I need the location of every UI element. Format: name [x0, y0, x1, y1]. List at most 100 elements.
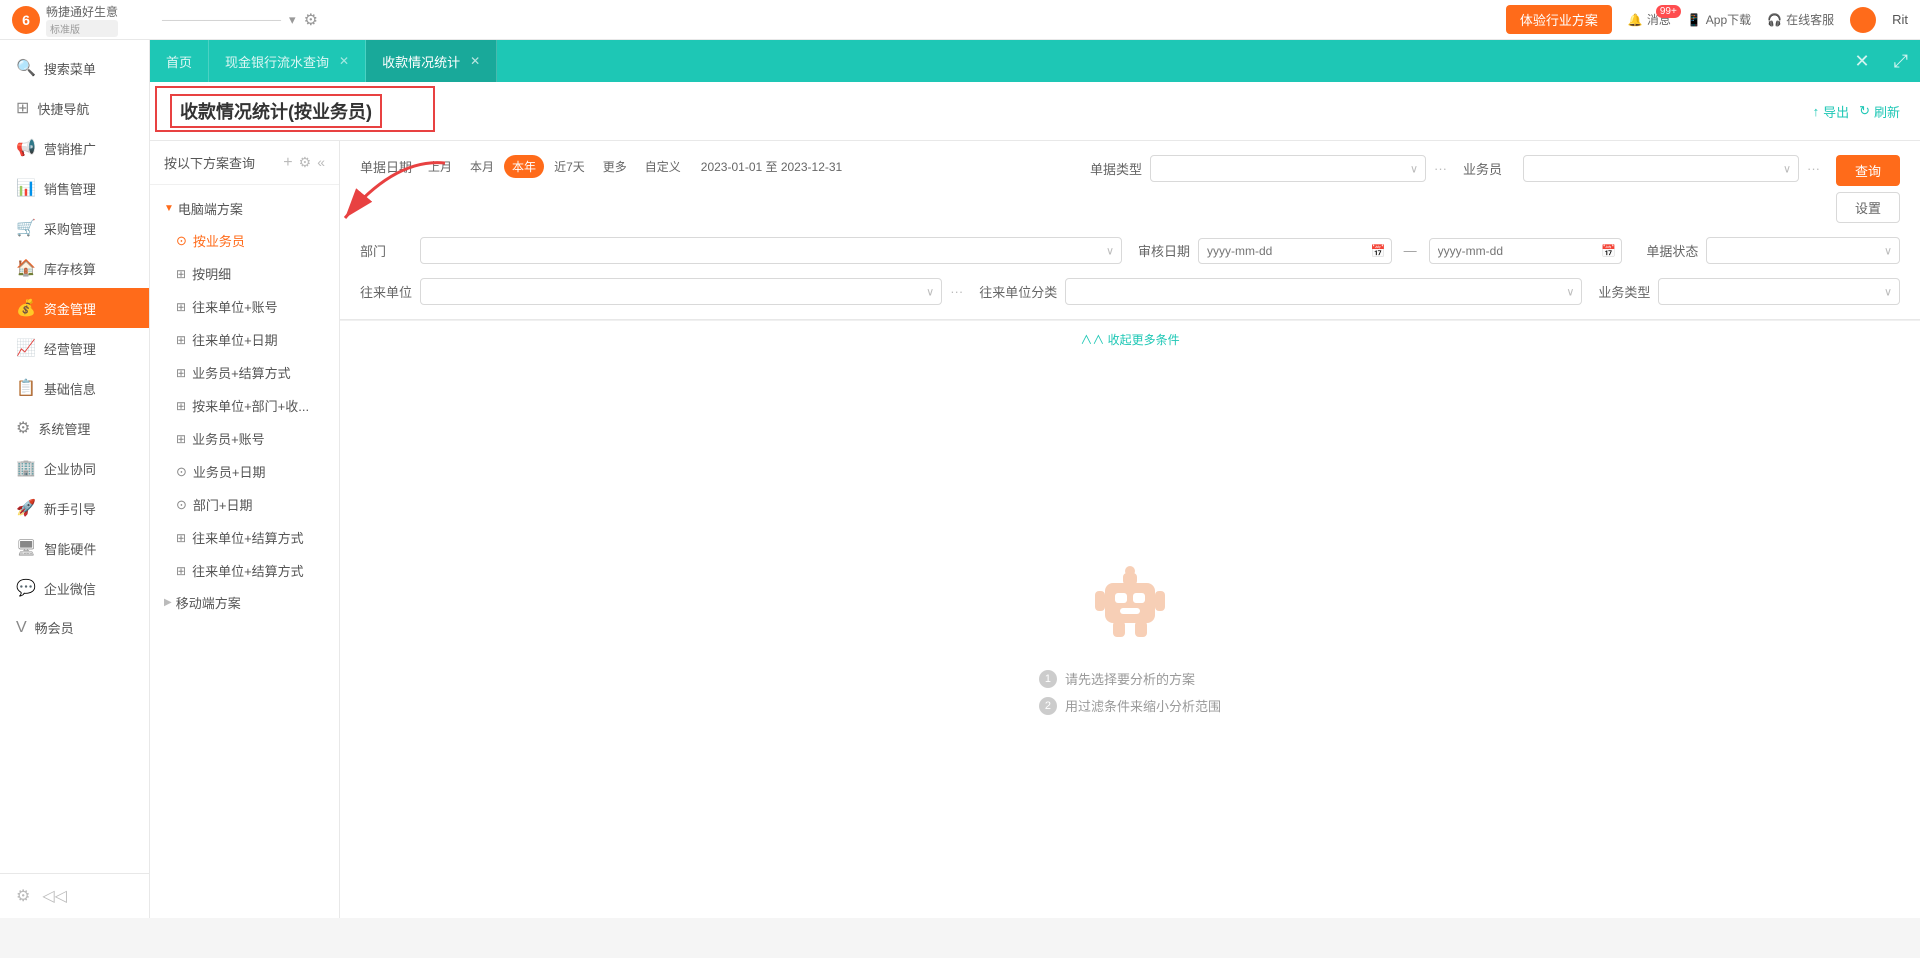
tab-expand-btn[interactable]: ⤢: [1882, 51, 1920, 72]
sidebar-item-sales[interactable]: 📊 销售管理: [0, 168, 149, 208]
audit-date-label: 审核日期: [1138, 241, 1190, 260]
scheme-cd-icon: ⊞: [176, 333, 186, 347]
page-title: 收款情况统计(按业务员): [170, 94, 382, 128]
tab-close-all-btn[interactable]: ✕: [1843, 51, 1882, 72]
refresh-button[interactable]: ↻ 刷新: [1859, 102, 1900, 121]
date-tab-thisyear[interactable]: 本年: [504, 155, 544, 178]
scheme-item-salesman-date[interactable]: ⊙ 业务员+日期: [162, 455, 339, 488]
audit-start-input[interactable]: [1198, 238, 1392, 264]
settings-icon[interactable]: ⚙: [16, 886, 30, 906]
notification-badge: 99+: [1656, 5, 1681, 18]
trial-button[interactable]: 体验行业方案: [1506, 5, 1612, 34]
scheme-settings-icon[interactable]: ⚙: [299, 154, 312, 172]
scheme-collapse-icon[interactable]: «: [317, 154, 325, 172]
scheme-item-csettle2[interactable]: ⊞ 往来单位+结算方式: [162, 521, 339, 554]
scheme-group-mobile-header[interactable]: ▶ 移动端方案: [150, 587, 339, 618]
sidebar-item-wechat[interactable]: 💬 企业微信: [0, 568, 149, 608]
date-tab-more[interactable]: 更多: [595, 155, 635, 178]
user-avatar[interactable]: [1850, 7, 1876, 33]
scheme-item-salesman-account[interactable]: ⊞ 业务员+账号: [162, 422, 339, 455]
scheme-sd-icon: ⊙: [176, 464, 187, 480]
scheme-item-salesman[interactable]: ⊙ 按业务员: [162, 224, 339, 257]
sidebar-item-finance[interactable]: 💰 资金管理: [0, 288, 149, 328]
sidebar-label-system: 系统管理: [38, 419, 90, 438]
scheme-group-desktop-header[interactable]: ▼ 电脑端方案: [150, 193, 339, 224]
biz-type-select[interactable]: [1658, 278, 1900, 305]
settings-button[interactable]: 设置: [1836, 192, 1900, 223]
sidebar-item-member[interactable]: V 畅会员: [0, 608, 149, 647]
scheme-item-counterpart-date[interactable]: ⊞ 往来单位+日期: [162, 323, 339, 356]
scheme-dd-icon: ⊙: [176, 497, 187, 513]
tab-bank-label: 现金银行流水查询: [225, 52, 329, 71]
salesman-more-btn[interactable]: ···: [1807, 161, 1820, 176]
tab-bank[interactable]: 现金银行流水查询 ✕: [209, 40, 366, 82]
date-filter-group: 单据日期 上月 本月 本年 近7天 更多 自定义 2023-01-01 至 20…: [360, 155, 1074, 178]
finance-icon: 💰: [16, 298, 36, 318]
collapse-sidebar-icon[interactable]: ◁◁: [42, 886, 67, 906]
scheme-cs2-icon: ⊞: [176, 531, 186, 545]
scheme-item-dept-date[interactable]: ⊙ 部门+日期: [162, 488, 339, 521]
date-tab-7days[interactable]: 近7天: [546, 155, 593, 178]
tab-bank-close[interactable]: ✕: [339, 54, 349, 68]
date-range-display: 2023-01-01 至 2023-12-31: [701, 158, 842, 175]
export-button[interactable]: ↑ 导出: [1813, 102, 1850, 121]
tip-text-1: 请先选择要分析的方案: [1065, 669, 1195, 688]
scheme-item-detail[interactable]: ⊞ 按明细: [162, 257, 339, 290]
search-icon: 🔍: [16, 58, 36, 78]
date-tab-thismonth[interactable]: 本月: [462, 155, 502, 178]
salesman-select-box: [1523, 155, 1799, 182]
scheme-item-dept[interactable]: ⊞ 按来单位+部门+收...: [162, 389, 339, 422]
notification-item[interactable]: 🔔 消息 99+: [1628, 11, 1671, 28]
header-actions: 体验行业方案 🔔 消息 99+ 📱 App下载 🎧 在线客服 Rit: [1506, 5, 1908, 34]
scheme-item-csettle3[interactable]: ⊞ 往来单位+结算方式: [162, 554, 339, 587]
app-download-item[interactable]: 📱 App下载: [1687, 11, 1751, 28]
scheme-item-salesman-settle[interactable]: ⊞ 业务员+结算方式: [162, 356, 339, 389]
sidebar-item-system[interactable]: ⚙ 系统管理: [0, 408, 149, 448]
sidebar-item-marketing[interactable]: 📢 营销推广: [0, 128, 149, 168]
online-service-item[interactable]: 🎧 在线客服: [1767, 11, 1834, 28]
dept-select[interactable]: [420, 237, 1122, 264]
date-tab-lastmonth[interactable]: 上月: [420, 155, 460, 178]
biz-type-label: 业务类型: [1598, 282, 1650, 301]
type-select[interactable]: [1150, 155, 1426, 182]
sidebar-label-search: 搜索菜单: [44, 59, 96, 78]
counterpart-more-btn[interactable]: ···: [950, 284, 963, 299]
type-label: 单据类型: [1090, 159, 1142, 178]
sidebar-item-hardware[interactable]: 🖥 智能硬件: [0, 528, 149, 568]
scheme-list: ▼ 电脑端方案 ⊙ 按业务员 ⊞ 按明细: [150, 185, 339, 626]
sidebar-item-guide[interactable]: 🚀 新手引导: [0, 488, 149, 528]
scheme-item-counterpart-account[interactable]: ⊞ 往来单位+账号: [162, 290, 339, 323]
scheme-add-icon[interactable]: +: [283, 154, 292, 172]
date-label: 单据日期: [360, 157, 412, 176]
sidebar-item-warehouse[interactable]: 🏠 库存核算: [0, 248, 149, 288]
dropdown-arrow[interactable]: ▾: [289, 12, 296, 28]
tab-home[interactable]: 首页: [150, 40, 209, 82]
sidebar-item-operations[interactable]: 📈 经营管理: [0, 328, 149, 368]
query-button[interactable]: 查询: [1836, 155, 1900, 186]
enterprise-icon: 🏢: [16, 458, 36, 478]
audit-end-input[interactable]: [1429, 238, 1623, 264]
counterpart-select[interactable]: [420, 278, 942, 305]
salesman-select[interactable]: [1523, 155, 1799, 182]
gear-icon[interactable]: ⚙: [304, 10, 318, 30]
bill-status-select[interactable]: [1706, 237, 1900, 264]
sidebar-label-basics: 基础信息: [44, 379, 96, 398]
scheme-ss-icon: ⊞: [176, 366, 186, 380]
tab-receipt-close[interactable]: ✕: [470, 54, 480, 68]
sidebar-item-purchase[interactable]: 🛒 采购管理: [0, 208, 149, 248]
type-more-btn[interactable]: ···: [1434, 161, 1447, 176]
scheme-item-dd-label: 部门+日期: [193, 495, 253, 514]
date-tab-custom[interactable]: 自定义: [637, 155, 689, 178]
counterpart-cat-select[interactable]: [1065, 278, 1582, 305]
sidebar-item-quicknav[interactable]: ⊞ 快捷导航: [0, 88, 149, 128]
collapse-bar[interactable]: ∧∧ 收起更多条件: [340, 320, 1920, 358]
type-select-box: [1150, 155, 1426, 182]
tab-bar: 首页 现金银行流水查询 ✕ 收款情况统计 ✕ ✕ ⤢: [150, 40, 1920, 82]
scheme-panel: 按以下方案查询 + ⚙ « ▼ 电脑端方案: [150, 141, 340, 918]
tab-receipt[interactable]: 收款情况统计 ✕: [366, 40, 497, 82]
sidebar-item-basics[interactable]: 📋 基础信息: [0, 368, 149, 408]
sidebar-item-enterprise[interactable]: 🏢 企业协同: [0, 448, 149, 488]
sidebar-item-search[interactable]: 🔍 搜索菜单: [0, 48, 149, 88]
scheme-title: 按以下方案查询: [164, 153, 255, 172]
scheme-item-cs3-label: 往来单位+结算方式: [192, 561, 304, 580]
